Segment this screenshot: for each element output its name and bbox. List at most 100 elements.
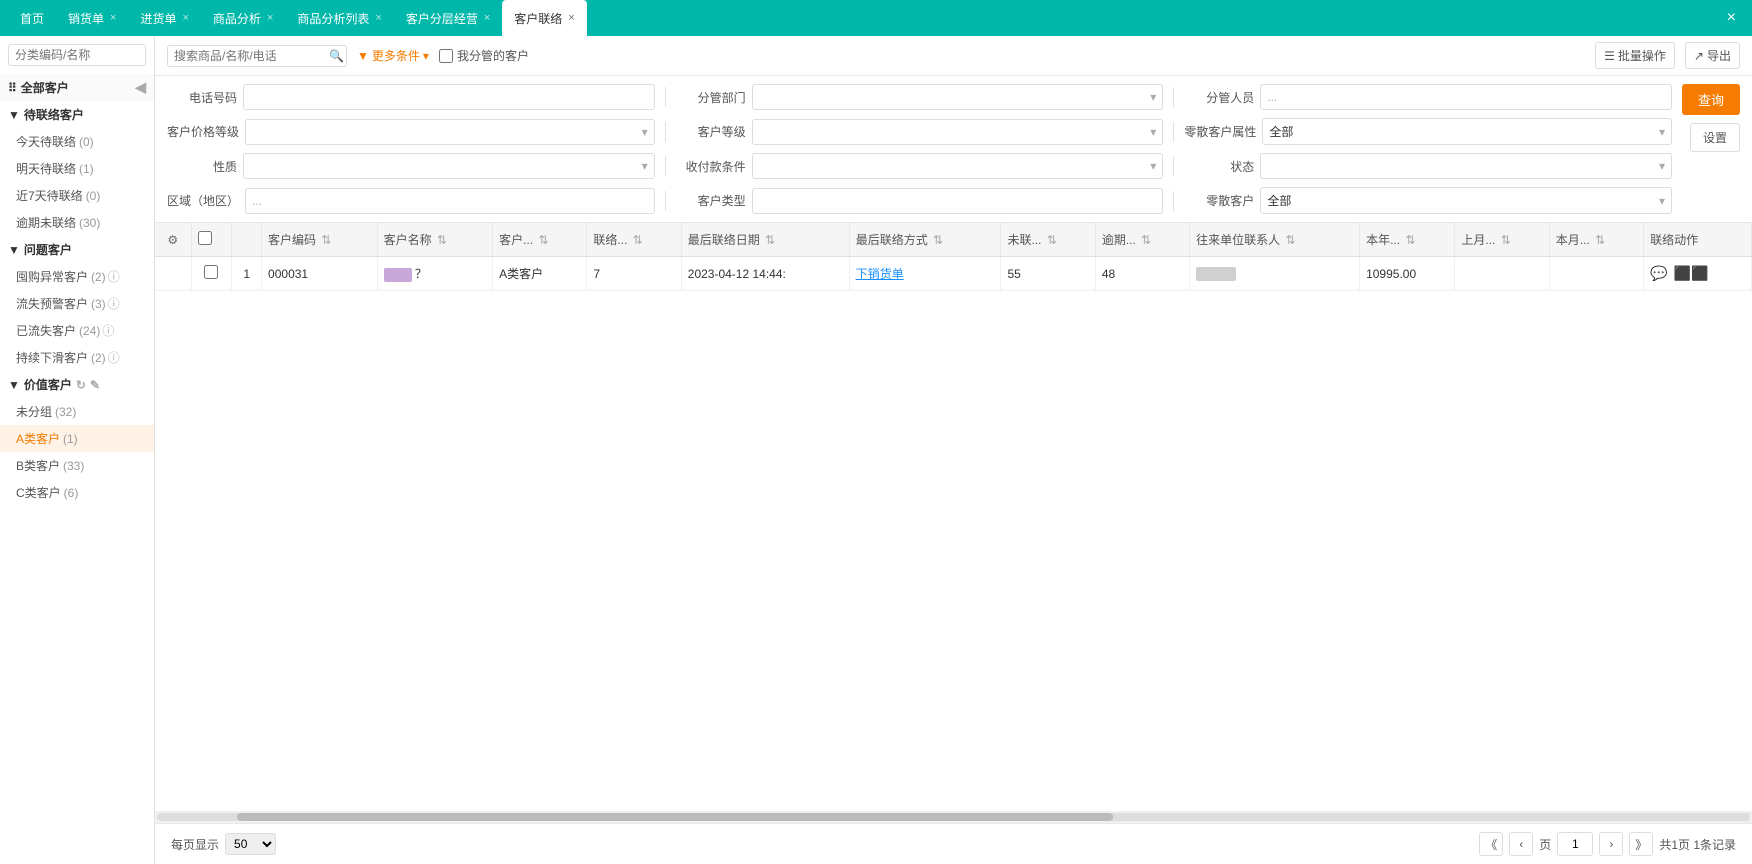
column-code-header[interactable]: 客户编码 ⇅ — [262, 223, 378, 257]
close-customer-contact-icon[interactable]: × — [568, 12, 574, 24]
sidebar-search-input[interactable] — [15, 48, 155, 62]
my-customers-checkbox-input[interactable] — [439, 49, 453, 63]
retail-attr-select[interactable]: 全部 ▾ — [1262, 118, 1672, 145]
contact-action-icon[interactable]: 💬 — [1650, 265, 1667, 282]
filter-search-input[interactable] — [174, 49, 329, 63]
column-contact-header[interactable]: 联络... ⇅ — [587, 223, 681, 257]
sidebar-search-box[interactable]: 🔍 — [8, 44, 146, 66]
export-button[interactable]: ↗ 导出 — [1685, 42, 1740, 69]
info-icon-lost[interactable]: ⓘ — [102, 322, 114, 339]
status-select[interactable]: ▾ — [1260, 153, 1672, 179]
price-level-select[interactable]: ▾ — [245, 119, 655, 145]
customer-level-select[interactable]: ▾ — [752, 119, 1164, 145]
page-size-dropdown[interactable]: 50 20 100 200 — [225, 833, 276, 855]
sidebar-section-value[interactable]: ▼ 价值客户 ↻ ✎ — [0, 371, 154, 398]
nature-select[interactable]: ▾ — [243, 153, 655, 179]
nav-customer-segment[interactable]: 客户分层经营 × — [394, 0, 502, 36]
more-action-icon[interactable]: ⬛⬛ — [1674, 265, 1709, 282]
info-icon-attrition[interactable]: ⓘ — [108, 295, 120, 312]
retail-customer-label: 零散客户 — [1184, 192, 1254, 209]
sidebar-collapse-icon[interactable]: ◀ — [135, 79, 146, 96]
sidebar-all-customers[interactable]: ⠿ 全部客户 ◀ — [0, 74, 154, 101]
nav-purchase-order[interactable]: 进货单 × — [128, 0, 200, 36]
row-checkbox-cell[interactable] — [191, 257, 232, 291]
sidebar-item-7day-pending[interactable]: 近7天待联络 (0) — [0, 182, 154, 209]
horizontal-scrollbar[interactable] — [155, 811, 1752, 823]
column-lastmethod-header[interactable]: 最后联络方式 ⇅ — [849, 223, 1001, 257]
refresh-icon[interactable]: ↻ — [76, 378, 86, 392]
column-level-header[interactable]: 客户... ⇅ — [493, 223, 587, 257]
pagination-controls: 《 ‹ 页 › 》 共1页 1条记录 — [1479, 832, 1736, 856]
close-product-analysis-icon[interactable]: × — [267, 12, 273, 24]
nav-product-analysis-list[interactable]: 商品分析列表 × — [285, 0, 393, 36]
last-method-link[interactable]: 下销货单 — [856, 267, 904, 281]
column-gear-icon[interactable]: ⚙ — [167, 233, 178, 247]
payment-select[interactable]: ▾ — [752, 153, 1164, 179]
select-all-checkbox[interactable] — [198, 231, 212, 245]
more-conditions-button[interactable]: ▼ 更多条件 ▾ — [357, 47, 429, 64]
nav-home[interactable]: 首页 — [8, 0, 56, 36]
filter-row-4: 区域（地区） ... 客户类型 零散客户 — [167, 187, 1672, 214]
column-thisyear-header[interactable]: 本年... ⇅ — [1360, 223, 1455, 257]
close-sales-order-icon[interactable]: × — [110, 12, 116, 24]
first-page-button[interactable]: 《 — [1479, 832, 1503, 856]
column-lastdate-header[interactable]: 最后联络日期 ⇅ — [681, 223, 849, 257]
row-lastmethod[interactable]: 下销货单 — [849, 257, 1001, 291]
close-product-analysis-list-icon[interactable]: × — [375, 12, 381, 24]
sort-thismonth-icon: ⇅ — [1595, 233, 1605, 247]
filter-row-1: 电话号码 分管部门 ▾ 分管人员 — [167, 84, 1672, 110]
sidebar-item-attrition-warning[interactable]: 流失预警客户 (3) ⓘ — [0, 290, 154, 317]
nav-product-analysis[interactable]: 商品分析 × — [201, 0, 285, 36]
sidebar-item-b-class[interactable]: B类客户 (33) — [0, 452, 154, 479]
prev-page-button[interactable]: ‹ — [1509, 832, 1533, 856]
filter-search-box[interactable]: 🔍 — [167, 45, 347, 67]
next-page-button[interactable]: › — [1599, 832, 1623, 856]
sidebar-item-c-class[interactable]: C类客户 (6) — [0, 479, 154, 506]
nav-customer-contact[interactable]: 客户联络 × — [502, 0, 586, 36]
column-overdue-header[interactable]: 逾期... ⇅ — [1095, 223, 1189, 257]
phone-input[interactable] — [243, 84, 655, 110]
info-icon-declining[interactable]: ⓘ — [108, 349, 120, 366]
manager-dots-input[interactable]: ... — [1260, 84, 1672, 110]
sidebar-item-declining[interactable]: 持续下滑客户 (2) ⓘ — [0, 344, 154, 371]
region-input[interactable]: ... — [245, 188, 655, 214]
sidebar-item-a-class[interactable]: A类客户 (1) — [0, 425, 154, 452]
sidebar-section-pending[interactable]: ▼ 待联络客户 — [0, 101, 154, 128]
info-icon-hoarding[interactable]: ⓘ — [108, 268, 120, 285]
customer-table: ⚙ 客户编码 ⇅ 客户名称 ⇅ — [155, 223, 1752, 291]
column-unitcontact-header[interactable]: 往来单位联系人 ⇅ — [1190, 223, 1360, 257]
retail-customer-select[interactable]: 全部 ▾ — [1260, 187, 1672, 214]
my-customers-checkbox[interactable]: 我分管的客户 — [439, 47, 529, 64]
column-uncontacted-header[interactable]: 未联... ⇅ — [1001, 223, 1095, 257]
sidebar-item-tomorrow-pending[interactable]: 明天待联络 (1) — [0, 155, 154, 182]
dept-select[interactable]: ▾ — [752, 84, 1164, 110]
customer-type-field: 客户类型 — [676, 188, 1164, 214]
window-close-button[interactable]: × — [1719, 9, 1744, 27]
scrollbar-thumb[interactable] — [237, 813, 1113, 821]
filter-search-icon[interactable]: 🔍 — [329, 49, 344, 63]
scrollbar-track[interactable] — [157, 813, 1750, 821]
customer-type-input[interactable] — [752, 188, 1164, 214]
edit-icon[interactable]: ✎ — [90, 378, 100, 392]
query-button[interactable]: 查询 — [1682, 84, 1740, 115]
sidebar-item-lost[interactable]: 已流失客户 (24) ⓘ — [0, 317, 154, 344]
batch-operation-button[interactable]: ☰ 批量操作 — [1595, 42, 1675, 69]
page-number-input[interactable] — [1557, 832, 1593, 856]
sidebar-item-overdue-contact[interactable]: 逾期未联络 (30) — [0, 209, 154, 236]
sidebar-item-hoarding[interactable]: 囤购异常客户 (2) ⓘ — [0, 263, 154, 290]
column-name-header[interactable]: 客户名称 ⇅ — [377, 223, 493, 257]
row-checkbox[interactable] — [204, 265, 218, 279]
close-customer-segment-icon[interactable]: × — [484, 12, 490, 24]
dept-field: 分管部门 ▾ — [676, 84, 1164, 110]
last-page-button[interactable]: 》 — [1629, 832, 1653, 856]
sidebar-item-unclassified[interactable]: 未分组 (32) — [0, 398, 154, 425]
nav-sales-order[interactable]: 销货单 × — [56, 0, 128, 36]
column-thismonth-header[interactable]: 本月... ⇅ — [1549, 223, 1643, 257]
nature-label: 性质 — [167, 158, 237, 175]
close-purchase-order-icon[interactable]: × — [182, 12, 188, 24]
sort-code-icon: ⇅ — [321, 233, 331, 247]
sidebar-section-problem[interactable]: ▼ 问题客户 — [0, 236, 154, 263]
sidebar-item-today-pending[interactable]: 今天待联络 (0) — [0, 128, 154, 155]
column-lastmonth-header[interactable]: 上月... ⇅ — [1455, 223, 1549, 257]
settings-button[interactable]: 设置 — [1690, 123, 1740, 152]
